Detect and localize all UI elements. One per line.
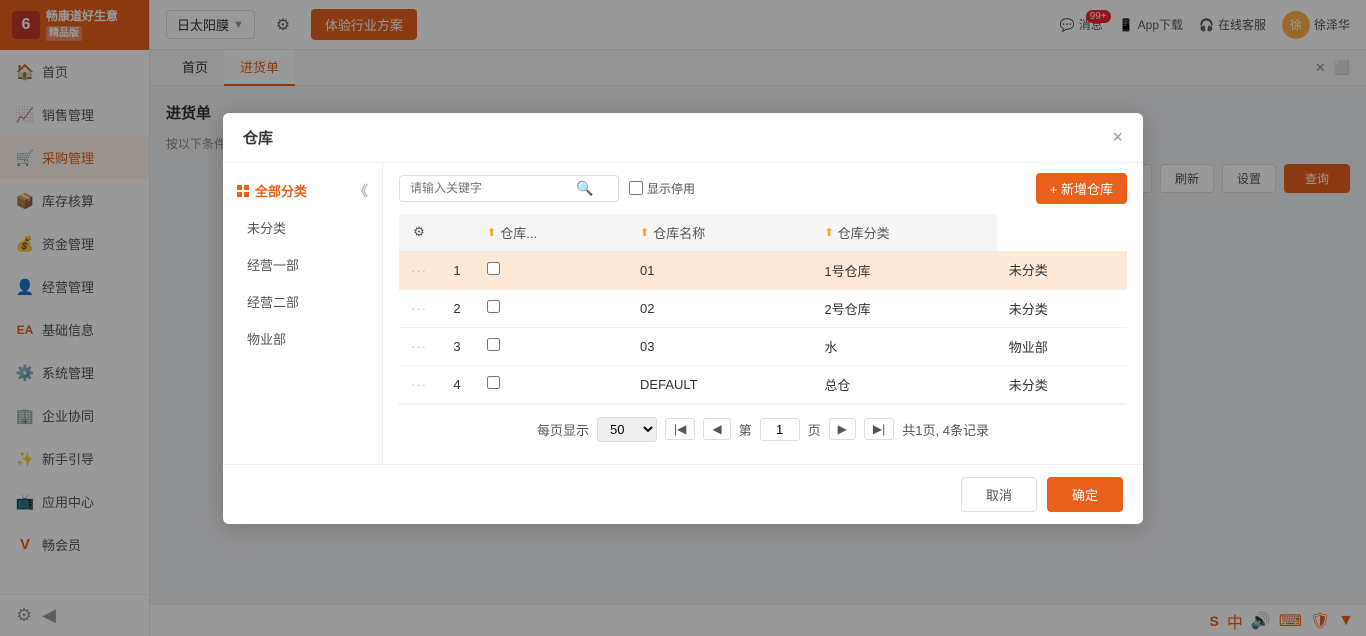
row-num: 3 — [439, 327, 475, 365]
row-num: 2 — [439, 289, 475, 327]
more-icon: ··· — [411, 377, 427, 392]
next-page-button[interactable]: ▶ — [829, 418, 856, 440]
row-gear: ··· — [399, 251, 439, 289]
cat-item-dept1[interactable]: 经营一部 — [223, 246, 382, 283]
warehouse-modal: 仓库 × 全部分类 《 — [223, 113, 1143, 524]
th-category-label: 仓库分类 — [838, 223, 890, 242]
row-code: 02 — [628, 289, 812, 327]
modal-header: 仓库 × — [223, 113, 1143, 163]
row-gear: ··· — [399, 365, 439, 403]
more-icon: ··· — [411, 339, 427, 354]
per-page-label: 每页显示 — [537, 420, 589, 439]
th-gear: ⚙ — [399, 214, 439, 252]
page-number-input[interactable] — [760, 418, 800, 441]
modal-footer: 取消 确定 — [223, 464, 1143, 524]
more-icon: ··· — [411, 263, 427, 278]
pagination: 每页显示 50 100 200 |◀ ◀ 第 页 ▶ ▶| 共1页, 4条记录 — [399, 404, 1127, 454]
row-name: 1号仓库 — [812, 251, 996, 289]
row-checkbox[interactable] — [487, 262, 500, 275]
grid-icon — [237, 185, 249, 197]
th-category: ⬆ 仓库分类 — [812, 214, 996, 252]
modal-overlay: 仓库 × 全部分类 《 — [0, 0, 1366, 636]
search-input[interactable] — [410, 181, 570, 195]
row-check — [475, 365, 628, 403]
search-icon: 🔍 — [576, 180, 593, 197]
cat-item-uncategorized[interactable]: 未分类 — [223, 209, 382, 246]
table-row[interactable]: ··· 2 02 2号仓库 未分类 — [399, 289, 1127, 327]
page-unit-label: 页 — [808, 420, 821, 439]
table-row[interactable]: ··· 1 01 1号仓库 未分类 — [399, 251, 1127, 289]
th-name: ⬆ 仓库名称 — [628, 214, 812, 252]
th-code: ⬆ 仓库... — [475, 214, 628, 252]
cat-item-dept2[interactable]: 经营二部 — [223, 283, 382, 320]
gear-icon: ⚙ — [413, 224, 425, 239]
row-checkbox[interactable] — [487, 338, 500, 351]
th-name-label: 仓库名称 — [653, 223, 705, 242]
row-checkbox[interactable] — [487, 376, 500, 389]
search-box: 🔍 — [399, 175, 619, 202]
show-disabled-label: 显示停用 — [647, 180, 695, 197]
row-code: 03 — [628, 327, 812, 365]
cat-item-property[interactable]: 物业部 — [223, 320, 382, 357]
row-checkbox[interactable] — [487, 300, 500, 313]
row-category: 未分类 — [997, 251, 1127, 289]
row-name: 总仓 — [812, 365, 996, 403]
table-row[interactable]: ··· 4 DEFAULT 总仓 未分类 — [399, 365, 1127, 403]
prev-page-button[interactable]: ◀ — [703, 418, 730, 440]
row-check — [475, 289, 628, 327]
row-code: DEFAULT — [628, 365, 812, 403]
all-category-label: 全部分类 — [255, 181, 307, 200]
row-category: 未分类 — [997, 365, 1127, 403]
show-disabled-checkbox: 显示停用 — [629, 180, 695, 197]
total-pages-label: 共1页, 4条记录 — [902, 420, 989, 439]
row-name: 2号仓库 — [812, 289, 996, 327]
modal-main-content: 🔍 显示停用 + 新增仓库 ⚙ — [383, 163, 1143, 464]
first-page-button[interactable]: |◀ — [665, 418, 695, 440]
modal-close-button[interactable]: × — [1112, 128, 1123, 146]
more-icon: ··· — [411, 301, 427, 316]
per-page-select[interactable]: 50 100 200 — [597, 417, 657, 442]
table-row[interactable]: ··· 3 03 水 物业部 — [399, 327, 1127, 365]
row-name: 水 — [812, 327, 996, 365]
page-word: 第 — [739, 420, 752, 439]
row-gear: ··· — [399, 327, 439, 365]
sort-icon-name: ⬆ — [640, 226, 649, 239]
show-disabled-input[interactable] — [629, 181, 643, 195]
confirm-button[interactable]: 确定 — [1047, 477, 1123, 512]
warehouse-table: ⚙ ⬆ 仓库... — [399, 214, 1127, 404]
sort-icon-category: ⬆ — [824, 226, 833, 239]
row-category: 物业部 — [997, 327, 1127, 365]
category-all-header[interactable]: 全部分类 《 — [223, 173, 382, 209]
row-check — [475, 251, 628, 289]
row-code: 01 — [628, 251, 812, 289]
th-check — [439, 214, 475, 252]
th-code-label: 仓库... — [500, 223, 537, 242]
category-collapse-icon[interactable]: 《 — [354, 181, 368, 201]
row-num: 4 — [439, 365, 475, 403]
modal-toolbar: 🔍 显示停用 + 新增仓库 — [399, 173, 1127, 204]
modal-body: 全部分类 《 未分类 经营一部 经营二部 物业部 🔍 — [223, 163, 1143, 464]
add-warehouse-button[interactable]: + 新增仓库 — [1036, 173, 1127, 204]
row-num: 1 — [439, 251, 475, 289]
last-page-button[interactable]: ▶| — [864, 418, 894, 440]
row-category: 未分类 — [997, 289, 1127, 327]
category-sidebar: 全部分类 《 未分类 经营一部 经营二部 物业部 — [223, 163, 383, 464]
row-check — [475, 327, 628, 365]
row-gear: ··· — [399, 289, 439, 327]
sort-icon-code: ⬆ — [487, 226, 496, 239]
cancel-button[interactable]: 取消 — [961, 477, 1037, 512]
modal-title: 仓库 — [243, 127, 273, 148]
